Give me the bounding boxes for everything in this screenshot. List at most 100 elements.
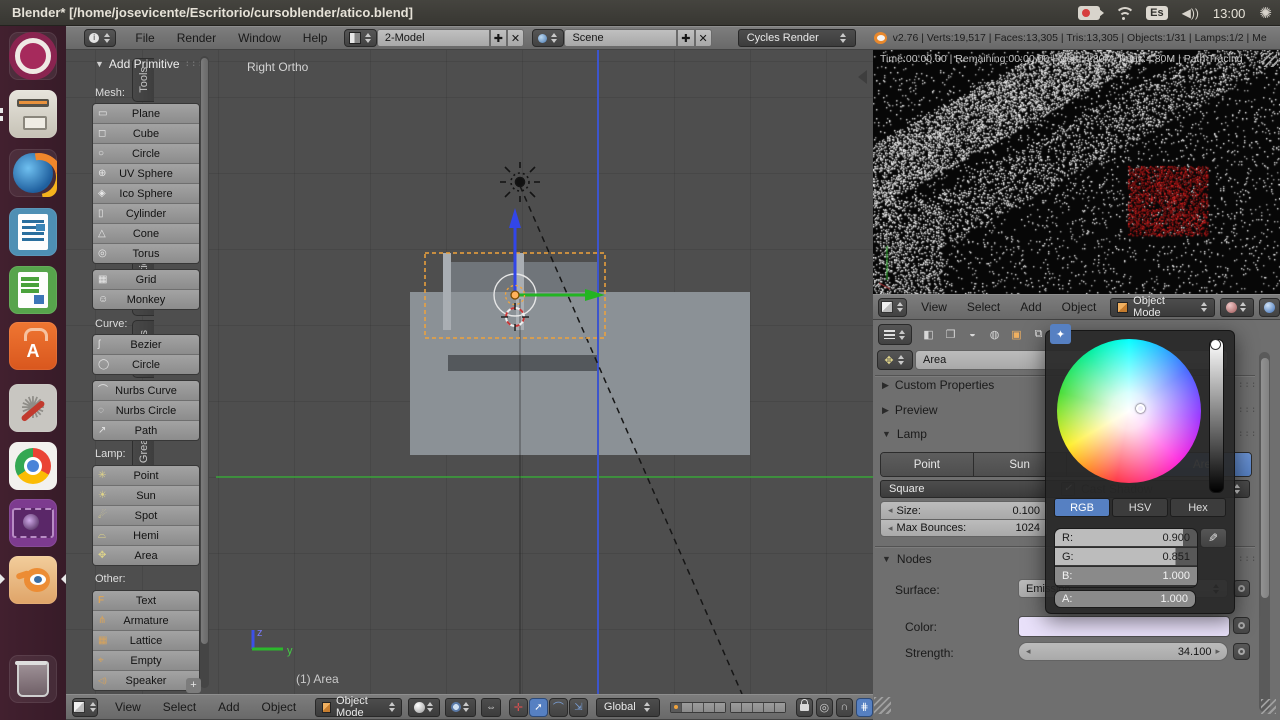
tool-cone-button[interactable]: △ Cone [93,224,199,244]
tool-point-lamp-button[interactable]: ✳ Point [93,466,199,486]
launcher-item-software-center[interactable]: A [9,322,57,370]
menu-add[interactable]: Add [1010,300,1051,314]
launcher-item-system-settings[interactable]: ✺ [9,384,57,432]
layers-widget-group1[interactable] [670,702,726,713]
tool-cylinder-button[interactable]: ▯ Cylinder [93,204,199,224]
menu-add[interactable]: Add [207,700,250,714]
add-primitive-panel-header[interactable]: ▼ Add Primitive :::: [95,57,210,71]
layout-icon-button[interactable] [344,29,376,47]
render-shading-selector[interactable] [1220,298,1253,317]
tab-rgb[interactable]: RGB [1054,498,1110,517]
lamp-type-point-button[interactable]: Point [881,453,974,476]
strength-slider[interactable]: ◂ 34.100 ▸ [1018,642,1228,661]
add-layout-button[interactable]: ✚ [490,29,507,47]
info-editor-type-button[interactable]: i [84,29,116,47]
tool-cube-button[interactable]: ◻ Cube [93,124,199,144]
tab-object[interactable]: ▣ [1006,324,1027,344]
menu-object[interactable]: Object [1052,300,1107,314]
manipulator-translate-button[interactable]: ➚ [529,698,548,717]
menu-object[interactable]: Object [251,700,308,714]
tool-hemi-lamp-button[interactable]: ⌓ Hemi [93,526,199,546]
manipulator-axis-button[interactable]: ✛ [509,698,528,717]
wheel-cursor[interactable] [1136,404,1145,413]
launcher-item-blender[interactable] [9,556,57,604]
pin-id-button[interactable] [1259,298,1280,317]
launcher-item-kazam[interactable] [9,499,57,547]
tool-speaker-button[interactable]: ◁) Speaker [93,671,199,690]
properties-editor-type-button[interactable] [878,324,912,345]
scene-icon-button[interactable] [532,29,564,47]
channel-g-slider[interactable]: G: 0.851 [1055,548,1197,566]
render-preview[interactable]: Time:00:00.00 | Remaining:00:00.00 | Mem… [873,50,1280,294]
scene-selector[interactable]: Scene [564,29,677,47]
tool-uv-sphere-button[interactable]: ⊕ UV Sphere [93,164,199,184]
launcher-item-firefox[interactable] [9,149,57,197]
session-menu-icon[interactable]: ✺ [1259,4,1272,22]
channel-a-slider[interactable]: A: 1.000 [1054,590,1196,608]
engine-selector[interactable]: Cycles Render [738,29,857,47]
nodes-panel-header[interactable]: ▼ Nodes [882,552,932,566]
lamp-panel-header[interactable]: ▼ Lamp [882,427,927,441]
render-editor-type-button[interactable] [878,298,907,317]
tool-text-button[interactable]: F Text [93,591,199,611]
shading-selector[interactable] [408,698,440,717]
tool-ico-sphere-button[interactable]: ◈ Ico Sphere [93,184,199,204]
launcher-item-files[interactable] [9,90,57,138]
scene-lock-button[interactable] [796,698,813,717]
tool-torus-button[interactable]: ◎ Torus [93,244,199,263]
delete-scene-button[interactable]: ✕ [695,29,712,47]
tool-shelf-scrollbar[interactable] [200,56,209,688]
color-wheel[interactable] [1057,339,1201,483]
channel-b-slider[interactable]: B: 1.000 [1055,567,1197,585]
tool-curve-circle-button[interactable]: ◯ Circle [93,355,199,374]
tool-nurbs-circle-button[interactable]: ◌ Nurbs Circle [93,401,199,421]
lamp-icon-button[interactable]: ✥ [877,350,913,370]
launcher-item-trash[interactable] [9,655,57,703]
area-resize-grip[interactable] [1261,699,1276,714]
menu-view[interactable]: View [104,700,152,714]
strength-keyframe-button[interactable] [1233,643,1250,660]
tool-path-button[interactable]: ↗ Path [93,421,199,440]
launcher-item-libreoffice-calc[interactable] [9,266,57,314]
tab-hsv[interactable]: HSV [1112,498,1168,517]
value-slider[interactable] [1209,339,1224,493]
value-slider-handle[interactable] [1210,339,1221,350]
menu-window[interactable]: Window [227,31,292,45]
tool-sun-lamp-button[interactable]: ☀ Sun [93,486,199,506]
tool-empty-button[interactable]: ⌖ Empty [93,651,199,671]
tab-scene[interactable]: ◒ [962,324,983,344]
area-join-arrow[interactable] [858,70,867,84]
pivot-selector[interactable] [445,698,476,717]
tool-monkey-button[interactable]: ☺ Monkey [93,290,199,309]
delete-layout-button[interactable]: ✕ [507,29,524,47]
orientation-selector[interactable]: Global [596,698,660,717]
channel-r-slider[interactable]: R: 0.900 [1055,529,1197,547]
tool-nurbs-curve-button[interactable]: ⌒ Nurbs Curve [93,381,199,401]
tool-grid-button[interactable]: ▦ Grid [93,270,199,290]
menu-select[interactable]: Select [152,700,207,714]
scene-geometry[interactable] [410,253,750,455]
surface-keyframe-button[interactable] [1233,580,1250,597]
layout-selector[interactable]: 2-Model [377,29,490,47]
tab-object-data[interactable]: ✦ [1050,324,1071,344]
custom-properties-panel-header[interactable]: ▶ Custom Properties [882,378,994,392]
wifi-icon[interactable] [1114,7,1132,20]
launcher-item-ubuntu-dash[interactable] [9,32,57,80]
max-bounces-field[interactable]: ◂ Max Bounces: 1024 [880,519,1048,537]
mode-selector[interactable]: Object Mode [315,698,402,717]
viewport-editor-type-button[interactable] [72,698,98,717]
menu-render[interactable]: Render [166,31,227,45]
tab-hex[interactable]: Hex [1170,498,1226,517]
volume-icon[interactable]: ◀)) [1182,6,1199,20]
menu-file[interactable]: File [124,31,165,45]
manipulator-scale-button[interactable]: ⇲ [569,698,588,717]
point-lamp-gizmo[interactable] [500,162,540,202]
tool-circle-button[interactable]: ○ Circle [93,144,199,164]
launcher-item-chromium[interactable] [9,442,57,490]
properties-scrollbar[interactable] [1259,352,1270,712]
tool-plane-button[interactable]: ▭ Plane [93,104,199,124]
render-border-button[interactable]: ◎ [816,698,833,717]
tool-area-lamp-button[interactable]: ✥ Area [93,546,199,565]
tab-render[interactable]: ◧ [918,324,939,344]
eyedropper-button[interactable]: ✎ [1200,528,1227,548]
